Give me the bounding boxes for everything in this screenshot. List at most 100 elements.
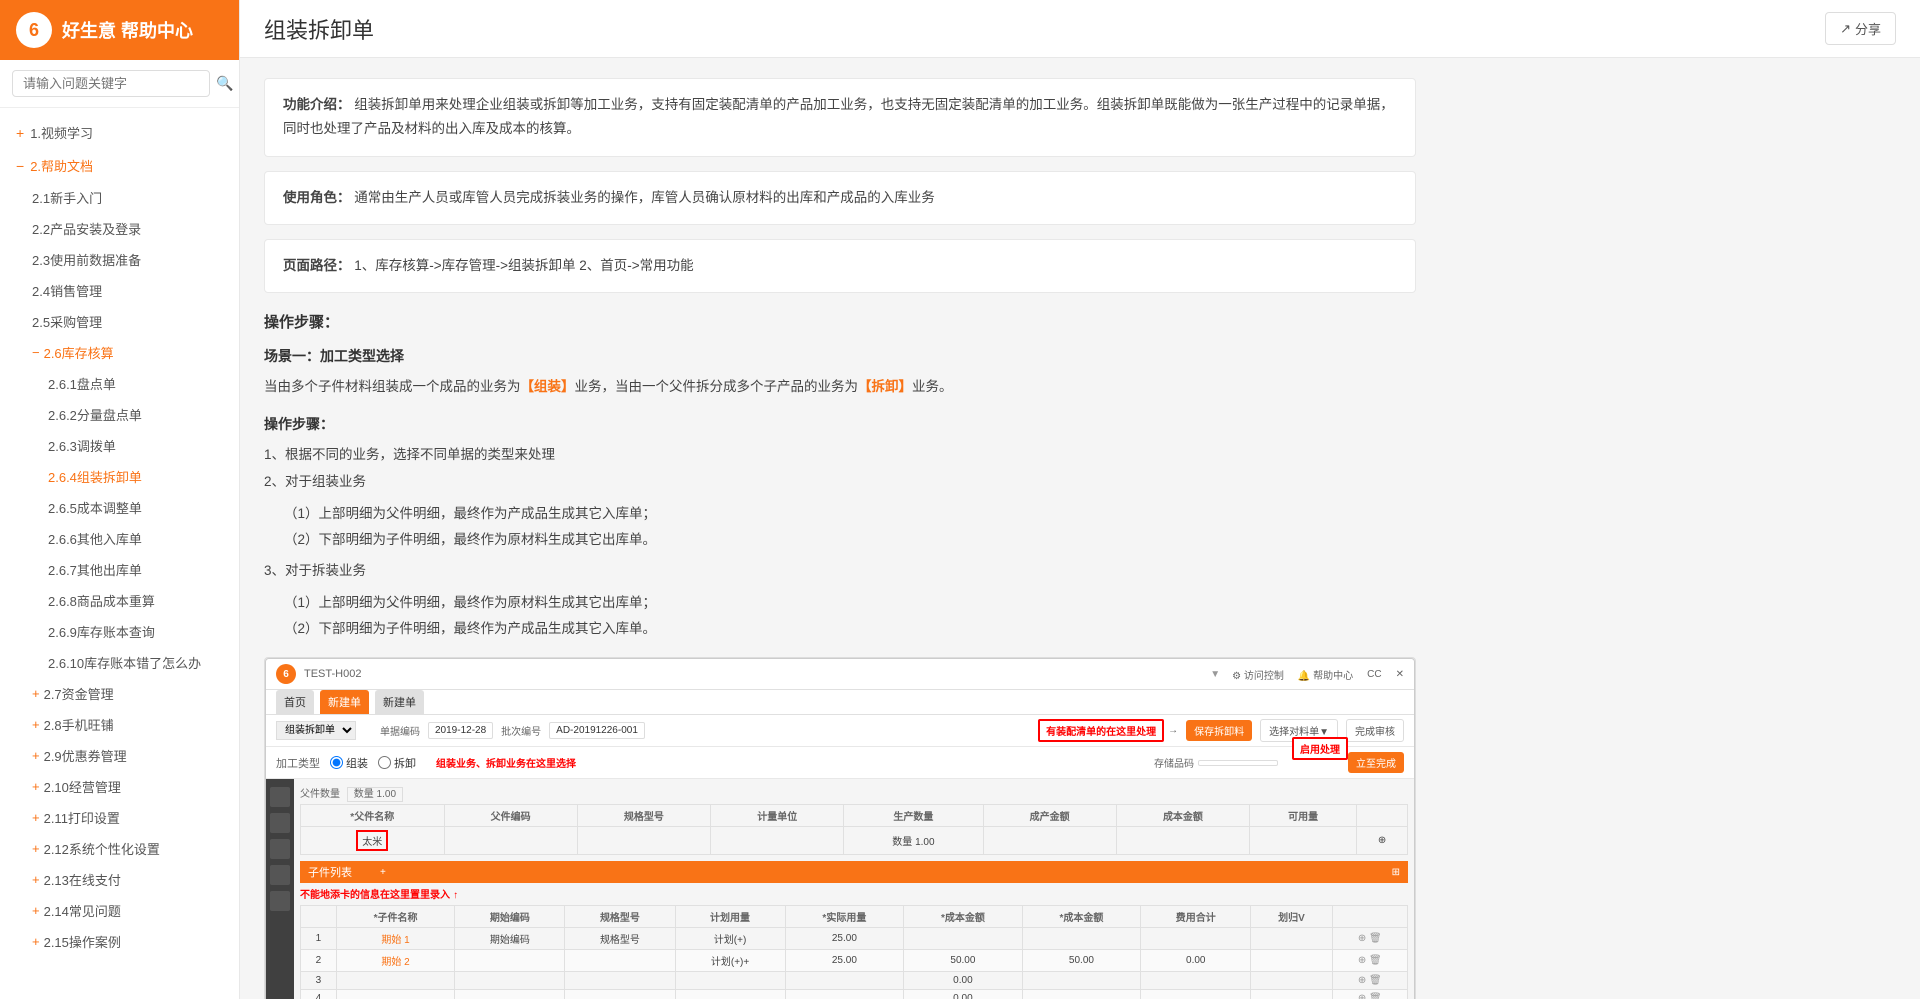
fake-mini-icon-5[interactable] [270, 891, 290, 911]
sidebar-item-cost-calc[interactable]: 2.6.8商品成本重算 [0, 585, 239, 616]
disassemble-step-2: （2）下部明细为子件明细，最终作为产成品生成其它入库单。 [284, 616, 1416, 642]
fake-doctype-select[interactable]: 组装拆卸单 [276, 721, 356, 740]
collapse-icon: − [16, 158, 24, 174]
sidebar-item-adjust[interactable]: 2.6.3调拨单 [0, 430, 239, 461]
search-input[interactable] [12, 70, 210, 97]
fake-close-icon[interactable]: ✕ [1396, 669, 1404, 680]
fake-tab-new2[interactable]: 新建单 [375, 690, 424, 714]
row-delete-icon[interactable]: 🗑 [1369, 933, 1382, 944]
sidebar-item-faq[interactable]: + 2.14常见问题 [0, 895, 239, 926]
fake-main-body: 父件数量 数量 1.00 *父件名称 父件编码 规格型号 计量单位 生产数量 [266, 779, 1414, 999]
disassemble-label: 3、对于拆装业务 [264, 558, 1416, 584]
search-icon[interactable]: 🔍 [216, 75, 233, 92]
sidebar-item-video[interactable]: + 1.视频学习 [0, 116, 239, 149]
steps-list: 1、根据不同的业务，选择不同单据的类型来处理 2、对于组装业务 [264, 442, 1416, 495]
path-text: 1、库存核算->库存管理->组装拆卸单 2、首页->常用功能 [354, 258, 693, 273]
sidebar-item-online-pay[interactable]: + 2.13在线支付 [0, 864, 239, 895]
annotation-1: 有装配清单的在这里处理 [1038, 719, 1164, 742]
intro-block: 功能介绍： 组装拆卸单用来处理企业组装或拆卸等加工业务，支持有固定装配清单的产品… [264, 78, 1416, 157]
fake-tab-new[interactable]: 新建单 [320, 690, 369, 714]
fake-complete-btn[interactable]: 完成审核 [1346, 719, 1404, 742]
top-bar: 组装拆卸单 ↗ 分享 [240, 0, 1920, 58]
fake-upper-th-2: 父件编码 [444, 805, 577, 827]
step-1: 1、根据不同的业务，选择不同单据的类型来处理 [264, 442, 1416, 468]
fake-disassemble-radio[interactable]: 拆卸 [378, 755, 416, 771]
fake-mini-icon-1[interactable] [270, 787, 290, 807]
table-row: 1期始 1期始编码规格型号计划(+)25.00⊕ 🗑 [301, 928, 1408, 950]
sidebar-item-mobile[interactable]: + 2.8手机旺铺 [0, 709, 239, 740]
scene1-desc: 当由多个子件材料组装成一个成品的业务为【组装】业务，当由一个父件拆分成多个子产品… [264, 374, 1416, 400]
fake-lower-th-5: *实际用量 [785, 906, 904, 928]
row-delete-icon[interactable]: 🗑 [1369, 993, 1382, 999]
fake-upper-label: 父件数量 数量 1.00 [300, 785, 1408, 800]
fake-upper-th-3: 规格型号 [577, 805, 710, 827]
sidebar-item-other-in[interactable]: 2.6.6其他入库单 [0, 523, 239, 554]
fake-confirm-btn[interactable]: 立至完成 [1348, 752, 1404, 773]
sidebar-item-new-user[interactable]: 2.1新手入门 [0, 182, 239, 213]
fake-toolbar: 组装拆卸单 单据编码 2019-12-28 批次编号 AD-20191226-0… [266, 715, 1414, 747]
expand-icon: + [32, 903, 40, 918]
table-row: 2期始 2计划(+)+25.0050.0050.000.00⊕ 🗑 [301, 950, 1408, 972]
fake-tab-home[interactable]: 首页 [276, 690, 314, 714]
fake-titlebar: 6 TEST-H002 ▼ ⚙ 访问控制 🔔 帮助中心 CC ✕ [266, 659, 1414, 690]
share-button[interactable]: ↗ 分享 [1825, 12, 1896, 45]
fake-table-area: 父件数量 数量 1.00 *父件名称 父件编码 规格型号 计量单位 生产数量 [294, 779, 1414, 999]
ops-title: 操作步骤： [264, 311, 1416, 332]
fake-lower-th-2: 期始编码 [455, 906, 565, 928]
fake-logo: 6 [276, 664, 296, 684]
fake-app: 6 TEST-H002 ▼ ⚙ 访问控制 🔔 帮助中心 CC ✕ 首页 新建单 … [265, 658, 1415, 999]
sidebar-item-stocktake[interactable]: 2.6.1盘点单 [0, 368, 239, 399]
sidebar-item-cost-adjust[interactable]: 2.6.5成本调整单 [0, 492, 239, 523]
sidebar-item-purchase[interactable]: 2.5采购管理 [0, 306, 239, 337]
fake-company: TEST-H002 [304, 668, 361, 680]
sidebar-item-sales[interactable]: 2.4销售管理 [0, 275, 239, 306]
intro-label: 功能介绍： [283, 97, 351, 112]
assemble-step-2: （2）下部明细为子件明细，最终作为原材料生成其它出库单。 [284, 527, 1416, 553]
fake-mini-icon-4[interactable] [270, 865, 290, 885]
fake-mini-icon-3[interactable] [270, 839, 290, 859]
path-label: 页面路径： [283, 258, 351, 273]
fake-parent-qty: 数量 1.00 [347, 787, 403, 802]
app-header: 6 好生意 帮助中心 [0, 0, 239, 60]
row-delete-icon[interactable]: 🗑 [1369, 975, 1382, 986]
sidebar-item-finance[interactable]: + 2.7资金管理 [0, 678, 239, 709]
fake-mini-icon-2[interactable] [270, 813, 290, 833]
sidebar-item-inventory[interactable]: − 2.6库存核算 [0, 337, 239, 368]
row-delete-icon[interactable]: 🗑 [1369, 955, 1382, 966]
fake-upper-th-5: 生产数量 [844, 805, 983, 827]
fake-save-btn[interactable]: 保存拆卸料 [1186, 720, 1252, 741]
assemble-steps: （1）上部明细为父件明细，最终作为产成品生成其它入库单； （2）下部明细为子件明… [284, 501, 1416, 552]
sidebar-item-coupon[interactable]: + 2.9优惠券管理 [0, 740, 239, 771]
sidebar-item-cases[interactable]: + 2.15操作案例 [0, 926, 239, 957]
row-copy-icon[interactable]: ⊕ [1358, 975, 1366, 986]
expand-icon: + [16, 125, 24, 141]
sidebar-item-print[interactable]: + 2.11打印设置 [0, 802, 239, 833]
row-copy-icon[interactable]: ⊕ [1358, 993, 1366, 999]
sidebar-item-install[interactable]: 2.2产品安装及登录 [0, 213, 239, 244]
sidebar-item-assembly[interactable]: 2.6.4组装拆卸单 [0, 461, 239, 492]
sidebar-item-ops[interactable]: + 2.10经营管理 [0, 771, 239, 802]
row-copy-icon[interactable]: ⊕ [1358, 933, 1366, 944]
fake-lower-th-4: 计划用量 [675, 906, 785, 928]
fake-assemble-radio[interactable]: 组装 [330, 755, 368, 771]
fake-storage-input[interactable] [1198, 760, 1278, 766]
sidebar-item-stock-check[interactable]: 2.6.9库存账本查询 [0, 616, 239, 647]
sidebar-item-split-stocktake[interactable]: 2.6.2分量盘点单 [0, 399, 239, 430]
sidebar-item-docs[interactable]: − 2.帮助文档 [0, 149, 239, 182]
app-title: 好生意 帮助中心 [62, 17, 193, 43]
role-text: 通常由生产人员或库管人员完成拆装业务的操作，库管人员确认原材料的出库和产成品的入… [354, 190, 935, 205]
sidebar-item-custom[interactable]: + 2.12系统个性化设置 [0, 833, 239, 864]
step-3: 3、对于拆装业务 [264, 558, 1416, 584]
row-copy-icon[interactable]: ⊕ [1358, 955, 1366, 966]
fake-tabs: 首页 新建单 新建单 [266, 690, 1414, 715]
fake-lower-th-7: *成本金额 [1022, 906, 1141, 928]
sidebar-item-data-prep[interactable]: 2.3使用前数据准备 [0, 244, 239, 275]
sidebar-item-other-out[interactable]: 2.6.7其他出库单 [0, 554, 239, 585]
fake-lower-th-1: *子件名称 [336, 906, 455, 928]
expand-icon: + [32, 748, 40, 763]
fake-lower-th-3: 规格型号 [565, 906, 675, 928]
sidebar-item-account-error[interactable]: 2.6.10库存账本错了怎么办 [0, 647, 239, 678]
path-block: 页面路径： 1、库存核算->库存管理->组装拆卸单 2、首页->常用功能 [264, 239, 1416, 293]
table-row: 30.00⊕ 🗑 [301, 972, 1408, 990]
search-box: 🔍 [0, 60, 239, 108]
